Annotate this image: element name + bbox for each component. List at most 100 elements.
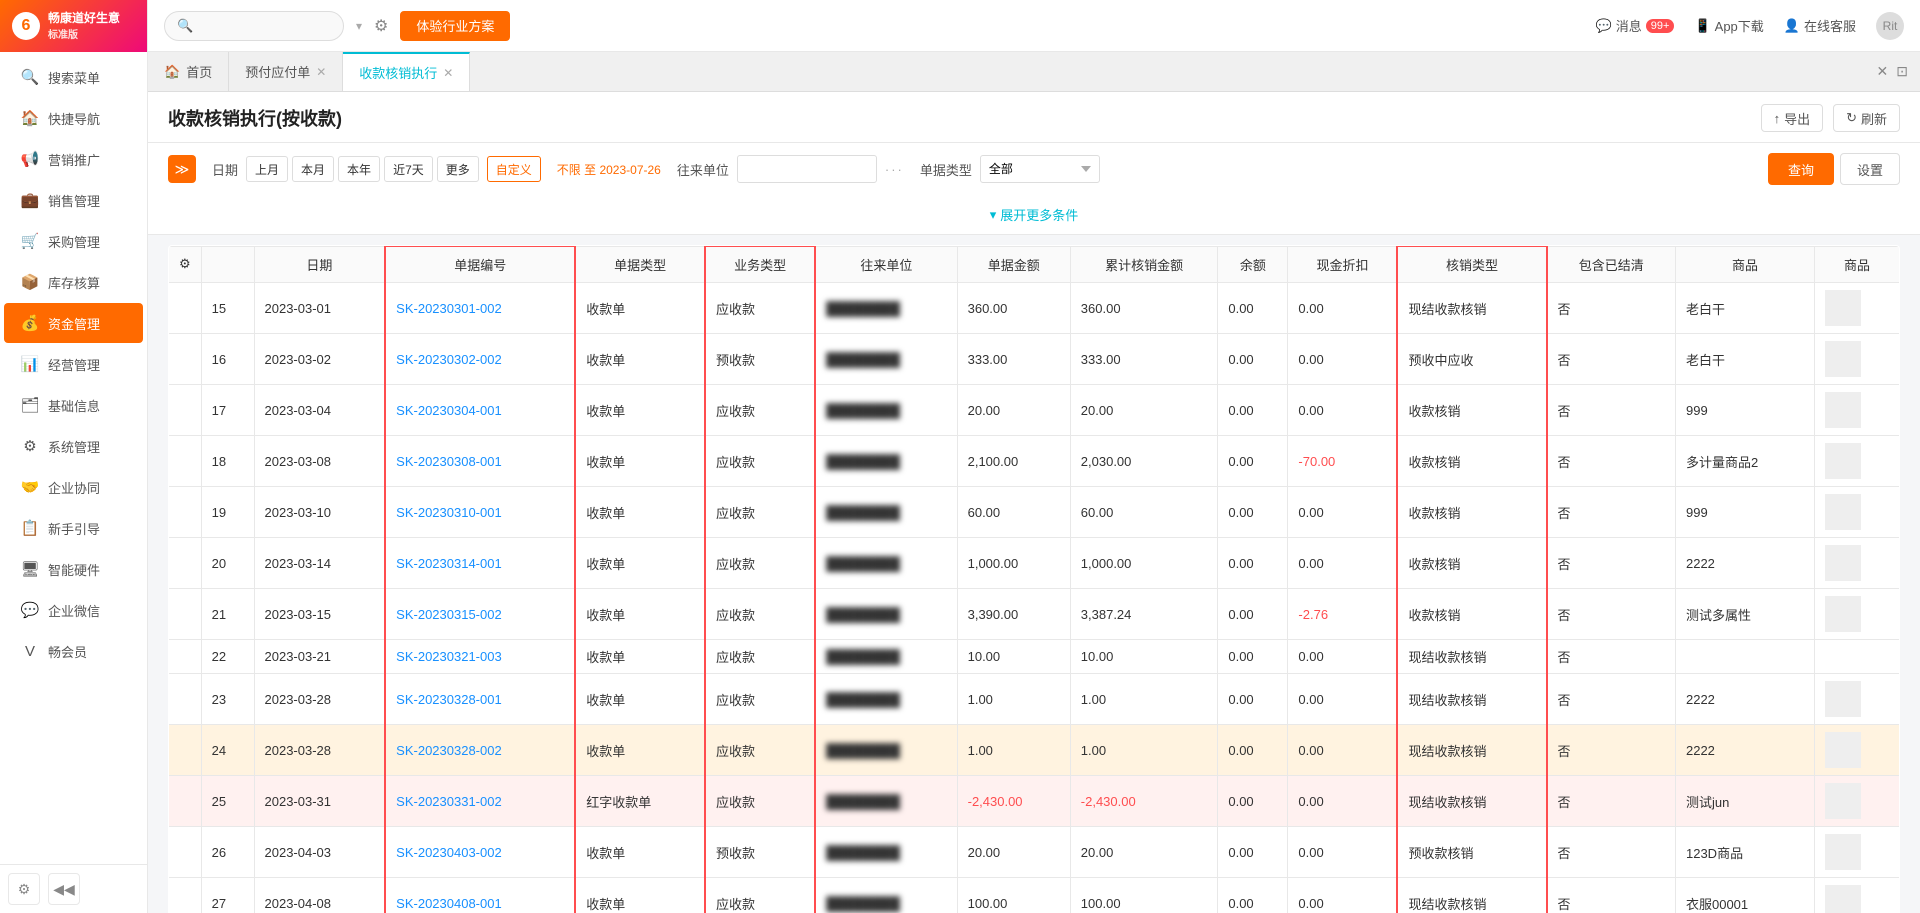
cell-balance: 0.00 — [1218, 674, 1288, 725]
sidebar-item-quicknav[interactable]: 🏠 快捷导航 — [4, 98, 143, 138]
tab-home-label: 首页 — [186, 62, 212, 81]
bill-no-link[interactable]: SK-20230302-002 — [396, 352, 502, 367]
sidebar-label-member: 畅会员 — [48, 642, 87, 661]
bill-no-link[interactable]: SK-20230331-002 — [396, 794, 502, 809]
sidebar-item-corp[interactable]: 🤝 企业协同 — [4, 467, 143, 507]
sidebar-item-hardware[interactable]: 🖥 智能硬件 — [4, 549, 143, 589]
sidebar-item-purchase[interactable]: 🛒 采购管理 — [4, 221, 143, 261]
cell-cash-discount: 0.00 — [1288, 385, 1398, 436]
brand-name: 畅康道好生意 — [48, 11, 120, 27]
date-last-month-btn[interactable]: 上月 — [246, 156, 288, 182]
app-download-btn[interactable]: 📱 App下载 — [1694, 16, 1763, 35]
export-label: 导出 — [1784, 109, 1810, 128]
sidebar-item-search[interactable]: 🔍 搜索菜单 — [4, 57, 143, 97]
bill-no-link[interactable]: SK-20230315-002 — [396, 607, 502, 622]
sidebar-item-system[interactable]: ⚙ 系统管理 — [4, 426, 143, 466]
filter-toggle-btn[interactable]: ≫ — [168, 155, 196, 183]
page-title: 收款核销执行(按收款) — [168, 105, 342, 131]
bill-no-link[interactable]: SK-20230408-001 — [396, 896, 502, 911]
tab-prepay-label: 预付应付单 — [245, 62, 310, 81]
export-btn[interactable]: ↑ 导出 — [1761, 104, 1824, 132]
refresh-btn[interactable]: ↻ 刷新 — [1833, 104, 1900, 132]
partner-value: ████████ — [826, 692, 900, 707]
cum-cancel-value: 360.00 — [1081, 301, 1121, 316]
cell-seq: 24 — [201, 725, 254, 776]
date-7days-btn[interactable]: 近7天 — [384, 156, 433, 182]
bill-no-link[interactable]: SK-20230314-001 — [396, 556, 502, 571]
expand-btn-label: 展开更多条件 — [1000, 205, 1078, 224]
sidebar-item-operations[interactable]: 📊 经营管理 — [4, 344, 143, 384]
table-row: 15 2023-03-01 SK-20230301-002 收款单 应收款 ██… — [169, 283, 1900, 334]
bill-no-link[interactable]: SK-20230328-001 — [396, 692, 502, 707]
tab-receipts[interactable]: 收款核销执行 ✕ — [343, 52, 470, 91]
bill-type-filter-select[interactable]: 全部 收款单 红字收款单 — [980, 155, 1100, 183]
bill-no-link[interactable]: SK-20230328-002 — [396, 743, 502, 758]
cell-date: 2023-03-01 — [254, 283, 385, 334]
filter-expand-btn[interactable]: ▾ 展开更多条件 — [990, 205, 1079, 224]
cell-goods: 测试jun — [1675, 776, 1814, 827]
bill-no-link[interactable]: SK-20230310-001 — [396, 505, 502, 520]
sidebar-item-member[interactable]: V 畅会员 — [4, 631, 143, 671]
cell-partner: ████████ — [815, 283, 957, 334]
tab-restore-btn[interactable]: ⊡ — [1896, 63, 1908, 80]
cell-seq: 21 — [201, 589, 254, 640]
partner-filter-input[interactable] — [737, 155, 877, 183]
amount-value: 1.00 — [968, 692, 993, 707]
tab-receipts-close[interactable]: ✕ — [443, 66, 453, 80]
sidebar-item-finance[interactable]: 💰 资金管理 — [4, 303, 143, 343]
topbar-search-box[interactable]: 🔍 — [164, 11, 344, 41]
topbar-gear-icon[interactable]: ⚙ — [374, 16, 388, 36]
bill-no-link[interactable]: SK-20230308-001 — [396, 454, 502, 469]
sidebar-settings-btn[interactable]: ⚙ — [8, 873, 40, 905]
cell-date: 2023-03-28 — [254, 725, 385, 776]
query-btn[interactable]: 查询 — [1768, 153, 1834, 185]
messages-btn[interactable]: 💬 消息 99+ — [1596, 16, 1675, 35]
sidebar-item-guide[interactable]: 📋 新手引导 — [4, 508, 143, 548]
bill-no-link[interactable]: SK-20230321-003 — [396, 649, 502, 664]
cash-discount-value: 0.00 — [1298, 505, 1323, 520]
sidebar-item-basic[interactable]: 🗂 基础信息 — [4, 385, 143, 425]
bill-no-link[interactable]: SK-20230304-001 — [396, 403, 502, 418]
app-icon: 📱 — [1694, 18, 1710, 34]
cell-goods2 — [1814, 283, 1899, 334]
tab-prepay-close[interactable]: ✕ — [316, 65, 326, 79]
cell-partner: ████████ — [815, 878, 957, 913]
sidebar-collapse-btn[interactable]: ◀◀ — [48, 873, 80, 905]
sidebar-item-wechat[interactable]: 💬 企业微信 — [4, 590, 143, 630]
sidebar-item-inventory[interactable]: 📦 库存核算 — [4, 262, 143, 302]
settings-btn[interactable]: 设置 — [1840, 153, 1900, 185]
cell-cash-discount: 0.00 — [1288, 334, 1398, 385]
goods-thumbnail — [1825, 545, 1861, 581]
sidebar-item-sales[interactable]: 💼 销售管理 — [4, 180, 143, 220]
date-custom-btn[interactable]: 自定义 — [487, 156, 541, 182]
tab-close-all-btn[interactable]: ✕ — [1877, 63, 1889, 80]
cell-biz-type: 应收款 — [705, 878, 815, 913]
sidebar-item-marketing[interactable]: 📢 营销推广 — [4, 139, 143, 179]
bill-no-link[interactable]: SK-20230301-002 — [396, 301, 502, 316]
customer-service-btn[interactable]: 👤 在线客服 — [1784, 16, 1856, 35]
partner-value: ████████ — [826, 607, 900, 622]
date-this-month-btn[interactable]: 本月 — [292, 156, 334, 182]
industry-solution-btn[interactable]: 体验行业方案 — [400, 11, 510, 41]
cell-biz-type: 应收款 — [705, 283, 815, 334]
col-settings-header[interactable]: ⚙ — [169, 246, 202, 283]
tab-prepay[interactable]: 预付应付单 ✕ — [229, 52, 343, 91]
cell-settings — [169, 283, 202, 334]
partner-value: ████████ — [826, 556, 900, 571]
cell-cash-discount: 0.00 — [1288, 487, 1398, 538]
col-balance-header: 余额 — [1218, 246, 1288, 283]
user-avatar[interactable]: Rit — [1876, 12, 1904, 40]
cell-settings — [169, 725, 202, 776]
cell-balance: 0.00 — [1218, 385, 1288, 436]
cell-cash-discount: 0.00 — [1288, 640, 1398, 674]
bill-no-link[interactable]: SK-20230403-002 — [396, 845, 502, 860]
date-this-year-btn[interactable]: 本年 — [338, 156, 380, 182]
cell-include-settled: 否 — [1547, 334, 1676, 385]
topbar: 🔍 ▾ ⚙ 体验行业方案 💬 消息 99+ 📱 App下载 👤 在线客服 Rit — [148, 0, 1920, 52]
table-row: 18 2023-03-08 SK-20230308-001 收款单 应收款 ██… — [169, 436, 1900, 487]
topbar-arrow-icon[interactable]: ▾ — [356, 19, 362, 33]
date-more-btn[interactable]: 更多 — [437, 156, 479, 182]
tab-home[interactable]: 🏠 首页 — [148, 52, 229, 91]
cell-bill-amount: 1.00 — [957, 725, 1070, 776]
cash-discount-value: 0.00 — [1298, 649, 1323, 664]
